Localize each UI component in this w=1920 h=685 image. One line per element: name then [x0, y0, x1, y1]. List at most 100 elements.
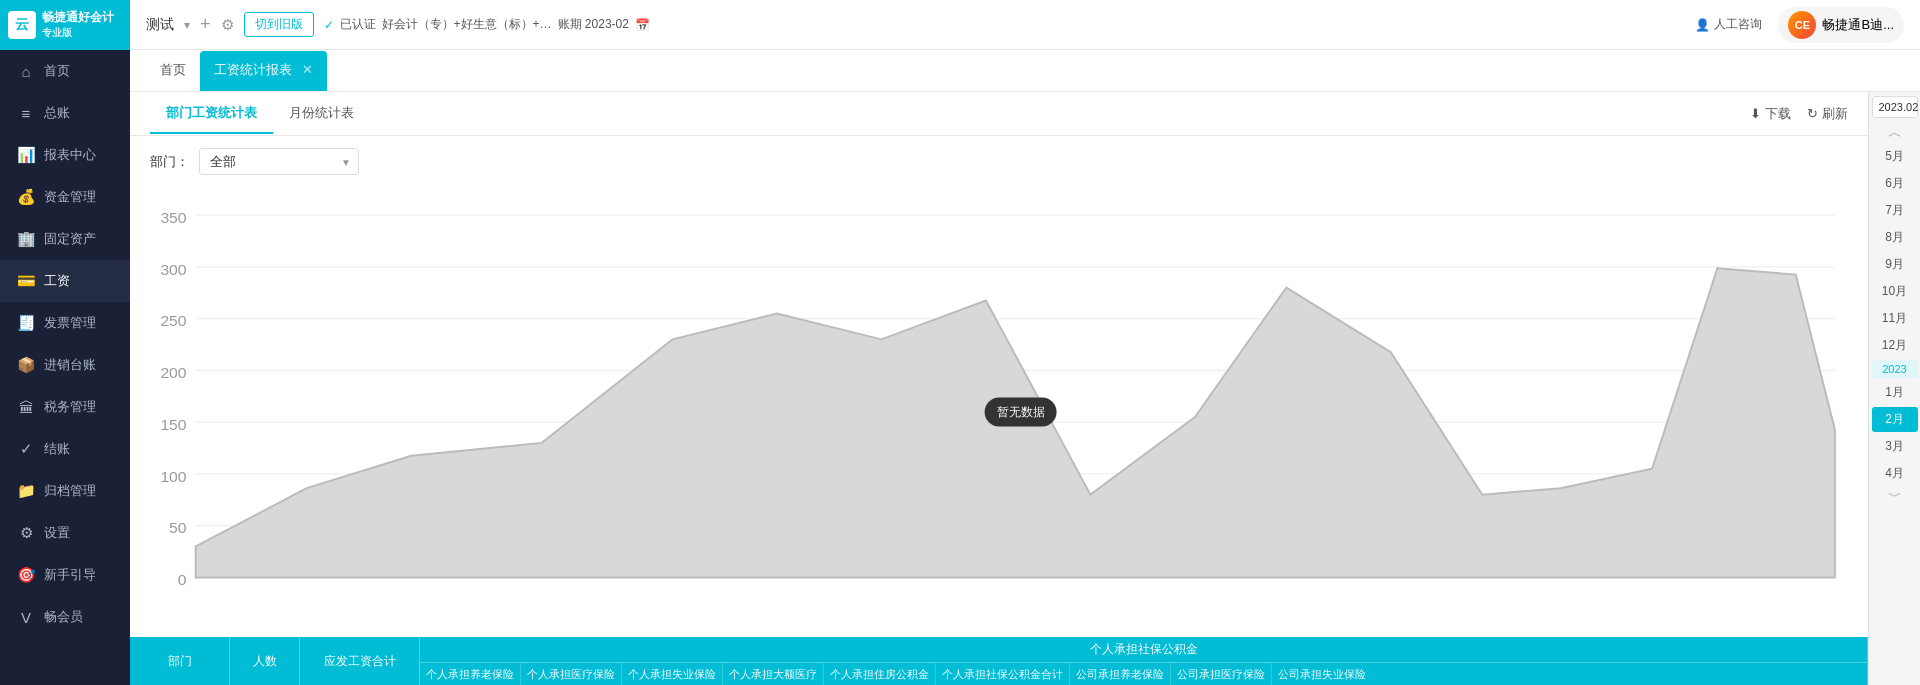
refresh-label: 刷新	[1822, 105, 1848, 123]
sidebar-item-label: 设置	[44, 524, 70, 542]
sidebar-item-funds[interactable]: 💰 资金管理	[0, 176, 130, 218]
refresh-button[interactable]: ↻ 刷新	[1807, 105, 1848, 123]
sidebar-item-newguide[interactable]: 🎯 新手引导	[0, 554, 130, 596]
th-sub-3: 个人承担大额医疗	[723, 663, 824, 685]
logo-text: 畅捷通好会计	[42, 10, 114, 26]
th-sub-5: 个人承担社保公积金合计	[936, 663, 1070, 685]
user-menu[interactable]: CE 畅捷通B迪...	[1778, 7, 1904, 43]
sidebar-item-label: 新手引导	[44, 566, 96, 584]
subtab-dept-label: 部门工资统计表	[166, 105, 257, 120]
main-panel: 部门工资统计表 月份统计表 ⬇ 下载 ↻ 刷新	[130, 92, 1868, 685]
year-2023-section: 1月 2月 3月 4月	[1869, 380, 1920, 486]
sidebar-item-salary[interactable]: 💳 工资	[0, 260, 130, 302]
table-footer: 部门 人数 应发工资合计 个人承担社保公积金 个人承担养老保险 个人承担医疗保险…	[130, 637, 1868, 685]
sidebar-item-label: 报表中心	[44, 146, 96, 164]
home-icon: ⌂	[16, 63, 36, 80]
year-down-arrow[interactable]: ﹀	[1869, 486, 1920, 508]
subtab-monthly[interactable]: 月份统计表	[273, 94, 370, 134]
month-feb-2023[interactable]: 2月	[1872, 407, 1918, 432]
tab-home-label: 首页	[160, 62, 186, 77]
subtabs-bar: 部门工资统计表 月份统计表 ⬇ 下载 ↻ 刷新	[130, 92, 1868, 136]
sidebar-item-label: 发票管理	[44, 314, 96, 332]
month-oct[interactable]: 10月	[1872, 279, 1918, 304]
th-sub-0: 个人承担养老保险	[420, 663, 521, 685]
month-nov[interactable]: 11月	[1872, 306, 1918, 331]
checkout-icon: ✓	[16, 440, 36, 458]
tab-home[interactable]: 首页	[146, 51, 200, 91]
sidebar-item-archive[interactable]: 📁 归档管理	[0, 470, 130, 512]
topbar-status-badge: ✓ 已认证 好会计（专）+好生意（标）+… 账期 2023-02 📅	[324, 16, 650, 33]
th-group-label: 个人承担社保公积金	[420, 637, 1867, 663]
topbar-gear-icon[interactable]: ⚙	[221, 16, 234, 34]
sidebar-item-settings[interactable]: ⚙ 设置	[0, 512, 130, 554]
svg-text:50: 50	[169, 520, 187, 537]
th-dept: 部门	[130, 637, 230, 685]
sidebar-item-label: 首页	[44, 62, 70, 80]
tab-close-button[interactable]: ✕	[302, 62, 313, 77]
certified-label: 已认证	[340, 16, 376, 33]
sidebar-item-invoice[interactable]: 🧾 发票管理	[0, 302, 130, 344]
user-name: 畅捷通B迪...	[1822, 16, 1894, 34]
subtab-monthly-label: 月份统计表	[289, 105, 354, 120]
certified-icon: ✓	[324, 18, 334, 32]
year-up-arrow[interactable]: ︿	[1869, 122, 1920, 144]
current-year-label[interactable]: 2023.02	[1872, 96, 1918, 118]
tab-salary-report[interactable]: 工资统计报表 ✕	[200, 51, 327, 91]
sidebar-item-checkout[interactable]: ✓ 结账	[0, 428, 130, 470]
avatar: CE	[1788, 11, 1816, 39]
month-jan-2023[interactable]: 1月	[1872, 380, 1918, 405]
dept-filter-label: 部门：	[150, 153, 189, 171]
main-area: 测试 ▾ + ⚙ 切到旧版 ✓ 已认证 好会计（专）+好生意（标）+… 账期 2…	[130, 0, 1920, 685]
sidebar-item-ledger[interactable]: ≡ 总账	[0, 92, 130, 134]
logo-icon: 云	[8, 11, 36, 39]
salary-chart: 350 300 250 200 150 100 50 0	[150, 197, 1848, 637]
th-sub-7: 公司承担医疗保险	[1171, 663, 1272, 685]
dept-select[interactable]: 全部	[199, 148, 359, 175]
subtabs-right: ⬇ 下载 ↻ 刷新	[1750, 105, 1848, 123]
month-jul[interactable]: 7月	[1872, 198, 1918, 223]
ledger-icon: ≡	[16, 105, 36, 122]
sidebar-item-reports[interactable]: 📊 报表中心	[0, 134, 130, 176]
sidebar-item-home[interactable]: ⌂ 首页	[0, 50, 130, 92]
download-button[interactable]: ⬇ 下载	[1750, 105, 1791, 123]
sidebar-item-label: 资金管理	[44, 188, 96, 206]
sidebar-item-sales[interactable]: 📦 进销台账	[0, 344, 130, 386]
topbar-add-button[interactable]: +	[200, 14, 211, 35]
sidebar: 云 畅捷通好会计 专业版 ⌂ 首页 ≡ 总账 📊 报表中心 💰 资金管理 🏢 固…	[0, 0, 130, 685]
sidebar-item-label: 工资	[44, 272, 70, 290]
month-may[interactable]: 5月	[1872, 144, 1918, 169]
vip-icon: V	[16, 609, 36, 626]
sidebar-item-label: 结账	[44, 440, 70, 458]
month-aug[interactable]: 8月	[1872, 225, 1918, 250]
topbar: 测试 ▾ + ⚙ 切到旧版 ✓ 已认证 好会计（专）+好生意（标）+… 账期 2…	[130, 0, 1920, 50]
sidebar-item-vip[interactable]: V 畅会员	[0, 596, 130, 638]
content-area: 部门工资统计表 月份统计表 ⬇ 下载 ↻ 刷新	[130, 92, 1920, 685]
archive-icon: 📁	[16, 482, 36, 500]
svg-text:300: 300	[160, 261, 186, 278]
th-sub-4: 个人承担住房公积金	[824, 663, 936, 685]
refresh-icon: ↻	[1807, 106, 1818, 121]
year-2023-label[interactable]: 2023	[1872, 360, 1918, 378]
subtab-dept[interactable]: 部门工资统计表	[150, 94, 273, 134]
sidebar-item-tax[interactable]: 🏛 税务管理	[0, 386, 130, 428]
download-icon: ⬇	[1750, 106, 1761, 121]
reports-icon: 📊	[16, 146, 36, 164]
help-button[interactable]: 👤 人工咨询	[1695, 16, 1762, 33]
sidebar-item-label: 固定资产	[44, 230, 96, 248]
funds-icon: 💰	[16, 188, 36, 206]
month-mar-2023[interactable]: 3月	[1872, 434, 1918, 459]
month-jun[interactable]: 6月	[1872, 171, 1918, 196]
avatar-initials: CE	[1795, 19, 1810, 31]
svg-text:250: 250	[160, 312, 186, 329]
app-logo: 云 畅捷通好会计 专业版	[0, 0, 130, 50]
topbar-dropdown-arrow[interactable]: ▾	[184, 18, 190, 32]
product-label: 好会计（专）+好生意（标）+…	[382, 16, 552, 33]
sidebar-item-assets[interactable]: 🏢 固定资产	[0, 218, 130, 260]
year-2022-section: 5月 6月 7月 8月 9月 10月 11月 12月	[1869, 144, 1920, 358]
month-apr-2023[interactable]: 4月	[1872, 461, 1918, 486]
sidebar-item-label: 归档管理	[44, 482, 96, 500]
switch-version-button[interactable]: 切到旧版	[244, 12, 314, 37]
month-dec[interactable]: 12月	[1872, 333, 1918, 358]
month-sep[interactable]: 9月	[1872, 252, 1918, 277]
th-group-personal: 个人承担社保公积金 个人承担养老保险 个人承担医疗保险 个人承担失业保险 个人承…	[420, 637, 1868, 685]
